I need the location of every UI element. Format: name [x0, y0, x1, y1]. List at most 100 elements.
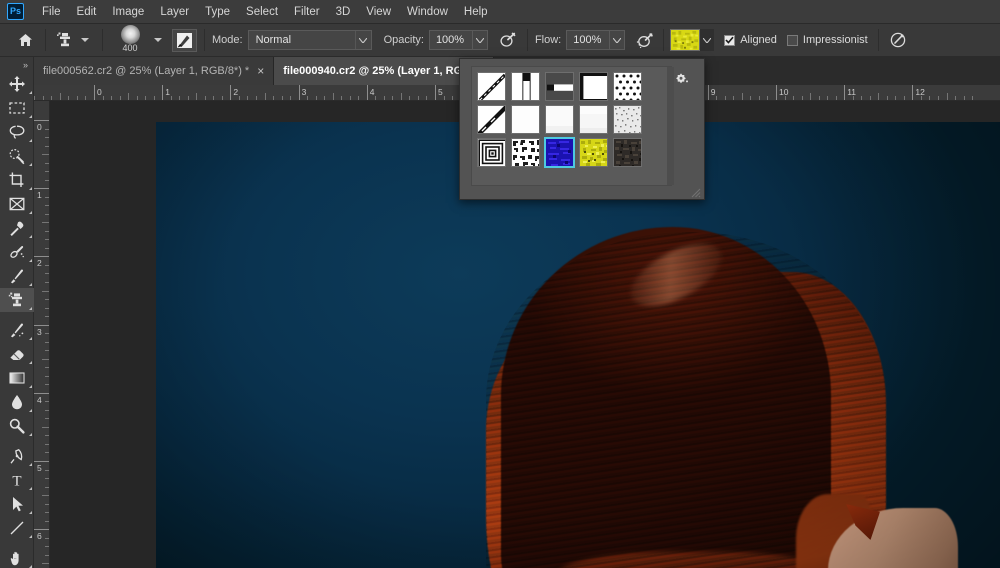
pattern-picker-panel[interactable] — [459, 58, 705, 200]
tool-more-indicator — [29, 283, 32, 286]
aligned-checkbox[interactable]: Aligned — [724, 34, 777, 46]
menu-item-window[interactable]: Window — [399, 2, 456, 22]
menu-item-type[interactable]: Type — [197, 2, 238, 22]
vertical-ruler[interactable]: 0 1 2 3 4 5 6 — [34, 101, 50, 568]
ruler-major-tick — [34, 392, 49, 394]
ruler-minor-tick — [42, 358, 49, 360]
ruler-minor-tick — [716, 96, 718, 100]
lasso-tool[interactable] — [0, 120, 34, 144]
path-selection-tool[interactable] — [0, 492, 34, 516]
pressure-size-button[interactable] — [886, 28, 910, 52]
opacity-input[interactable]: 100% — [428, 30, 473, 50]
close-icon[interactable]: × — [257, 65, 264, 77]
home-button[interactable] — [12, 28, 38, 52]
camouflage-pattern[interactable] — [511, 138, 540, 167]
ruler-minor-tick — [153, 96, 155, 100]
concentric-squares-pattern[interactable] — [477, 138, 506, 167]
expand-panel-button[interactable]: » — [0, 57, 33, 72]
ruler-major-tick — [366, 85, 368, 100]
impressionist-label: Impressionist — [802, 34, 868, 46]
menu-item-filter[interactable]: Filter — [286, 2, 328, 22]
hand-tool[interactable] — [0, 546, 34, 568]
line-tool[interactable] — [0, 516, 34, 540]
blend-mode-dropdown[interactable]: Normal — [247, 30, 372, 50]
chevron-down-icon[interactable] — [154, 38, 162, 42]
ruler-minor-tick — [45, 367, 49, 369]
gradient-tool[interactable] — [0, 366, 34, 390]
vertical-bar-pattern[interactable] — [511, 72, 540, 101]
menu-item-help[interactable]: Help — [456, 2, 496, 22]
tool-more-indicator — [29, 139, 32, 142]
dodge-icon — [9, 418, 25, 434]
ruler-minor-tick — [128, 93, 130, 100]
brush-settings-button[interactable] — [172, 28, 197, 52]
pen-tool[interactable] — [0, 444, 34, 468]
light-grey-pattern[interactable] — [545, 105, 574, 134]
ruler-minor-tick — [102, 96, 104, 100]
airbrush-icon — [636, 33, 653, 49]
brush-tool[interactable] — [0, 264, 34, 288]
dark-texture-pattern[interactable] — [613, 138, 642, 167]
ruler-minor-tick — [810, 93, 812, 100]
polka-dot-pattern[interactable] — [613, 72, 642, 101]
ruler-label: 4 — [37, 394, 42, 405]
ruler-major-tick — [298, 85, 300, 100]
opacity-stepper[interactable] — [472, 30, 488, 50]
frame-tool[interactable] — [0, 192, 34, 216]
bordered-square-pattern[interactable] — [579, 72, 608, 101]
crop-tool[interactable] — [0, 168, 34, 192]
ruler-label: 11 — [847, 87, 857, 97]
impressionist-checkbox[interactable]: Impressionist — [786, 34, 868, 46]
ruler-major-tick — [34, 120, 49, 121]
white-paper-pattern[interactable] — [511, 105, 540, 134]
airbrush-button[interactable] — [633, 28, 657, 52]
tool-preset-picker[interactable] — [53, 28, 95, 52]
ruler-minor-tick — [392, 96, 394, 100]
marquee-tool[interactable] — [0, 96, 34, 120]
quick-selection-tool[interactable] — [0, 144, 34, 168]
soft-grey-pattern[interactable] — [579, 105, 608, 134]
menu-item-edit[interactable]: Edit — [69, 2, 105, 22]
menu-item-file[interactable]: File — [34, 2, 69, 22]
move-tool[interactable] — [0, 72, 34, 96]
diagonal-stripe-pattern[interactable] — [477, 105, 506, 134]
yellow-texture-pattern[interactable] — [579, 138, 608, 167]
flow-input[interactable]: 100% — [566, 30, 611, 50]
history-brush-tool[interactable] — [0, 318, 34, 342]
ruler-minor-tick — [68, 96, 70, 100]
ruler-minor-tick — [213, 96, 215, 100]
eyedropper-tool[interactable] — [0, 216, 34, 240]
menu-item-layer[interactable]: Layer — [152, 2, 197, 22]
resize-grip-icon[interactable] — [689, 185, 701, 198]
menu-item-image[interactable]: Image — [104, 2, 152, 22]
blue-circuit-pattern[interactable] — [544, 137, 575, 168]
menu-item-3d[interactable]: 3D — [328, 2, 359, 22]
menu-item-select[interactable]: Select — [238, 2, 286, 22]
blue-circuit-pattern-preview — [546, 139, 573, 166]
ruler-minor-tick — [801, 96, 803, 100]
dodge-tool[interactable] — [0, 414, 34, 438]
ruler-minor-tick — [45, 512, 49, 514]
tool-more-indicator — [29, 463, 32, 466]
blur-tool[interactable] — [0, 390, 34, 414]
brush-preset-picker[interactable]: 400 — [110, 25, 150, 56]
ruler-minor-tick — [750, 96, 752, 100]
clone-stamp-tool[interactable] — [0, 288, 34, 312]
healing-brush-tool[interactable] — [0, 240, 34, 264]
type-tool[interactable]: T — [0, 468, 34, 492]
horizontal-bar-pattern[interactable] — [545, 72, 574, 101]
menu-item-view[interactable]: View — [358, 2, 399, 22]
diagonal-line-pattern[interactable] — [477, 72, 506, 101]
document-tab[interactable]: file000562.cr2 @ 25% (Layer 1, RGB/8*) *… — [34, 57, 275, 85]
pattern-picker-menu-button[interactable] — [672, 71, 690, 89]
noise-texture-pattern[interactable] — [613, 105, 642, 134]
pattern-swatch[interactable] — [670, 29, 701, 51]
ruler-minor-tick — [45, 435, 49, 437]
ruler-minor-tick — [358, 96, 360, 100]
opacity-pressure-button[interactable] — [496, 28, 520, 52]
ruler-minor-tick — [145, 96, 147, 100]
chevron-down-icon[interactable] — [700, 29, 715, 51]
flow-stepper[interactable] — [610, 30, 626, 50]
pattern-picker-trigger[interactable] — [670, 29, 715, 51]
eraser-tool[interactable] — [0, 342, 34, 366]
